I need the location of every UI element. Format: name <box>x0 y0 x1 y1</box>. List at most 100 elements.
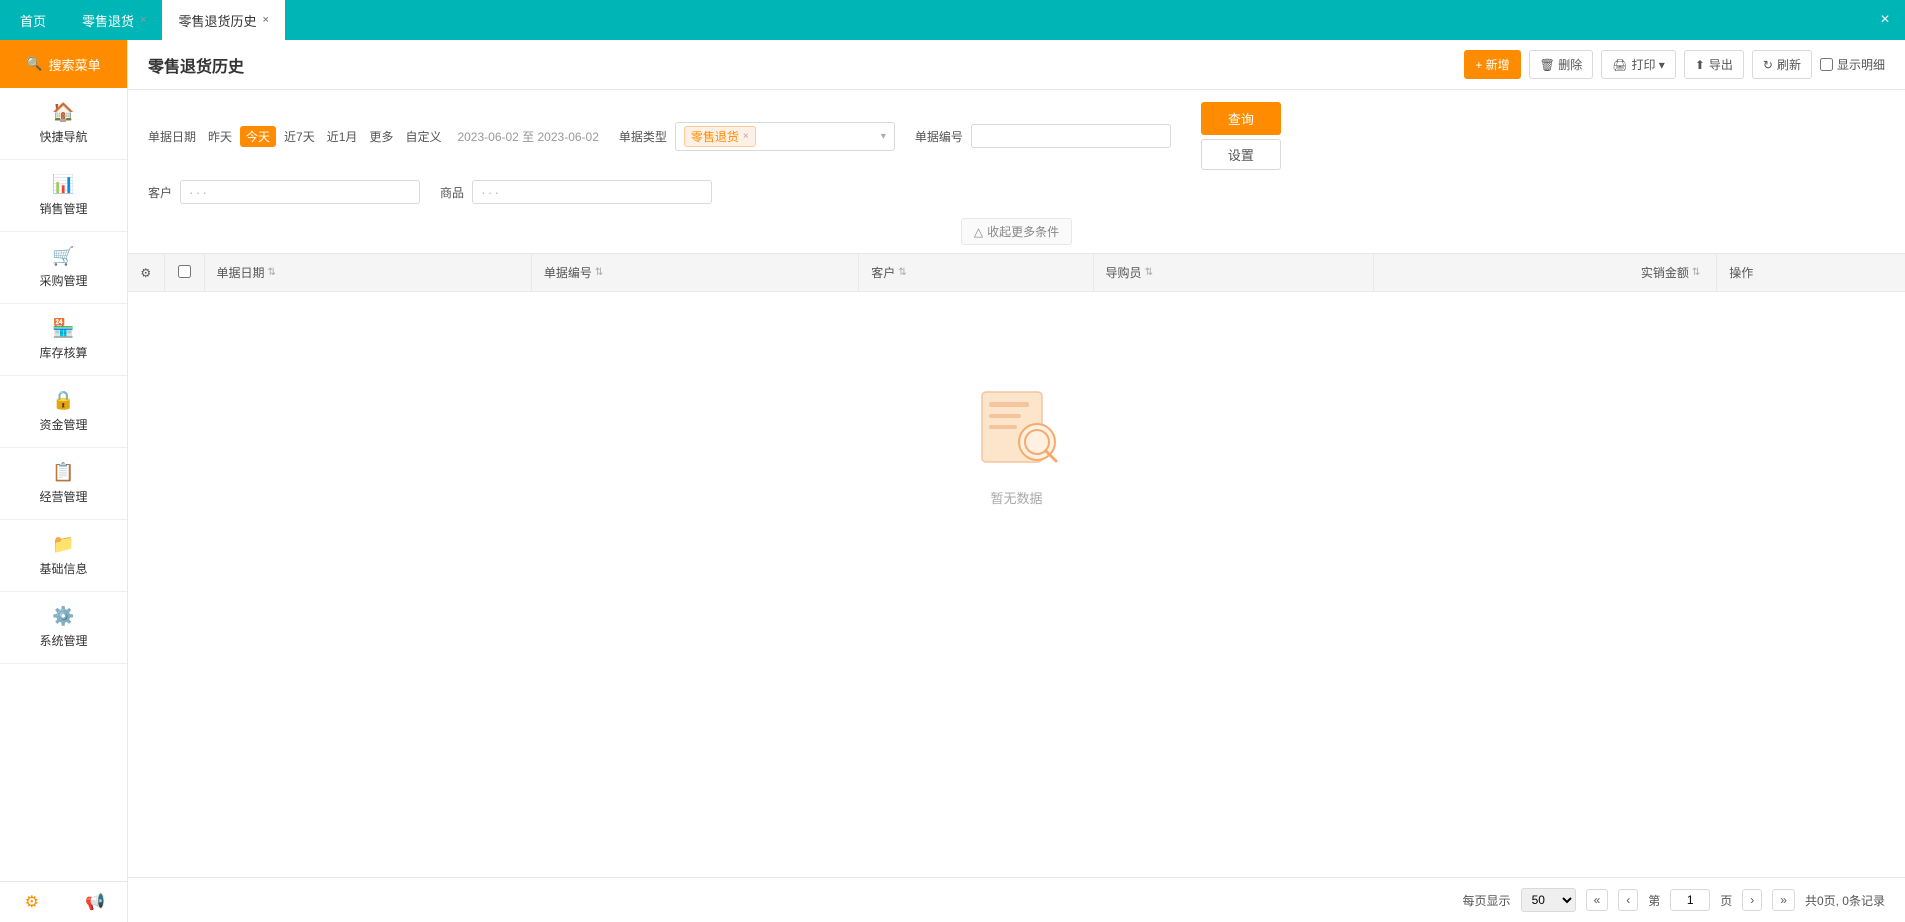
bill-type-field: 单据类型 零售退货 × ▾ <box>619 122 895 151</box>
sort-guide-icon: ⇅ <box>1145 267 1153 278</box>
operation-icon: 📋 <box>52 462 74 483</box>
close-retail-return-history-tab[interactable]: × <box>262 14 268 26</box>
more-shortcut[interactable]: 更多 <box>365 126 397 147</box>
sales-icon: 📊 <box>52 174 74 195</box>
home-icon: 🏠 <box>52 102 74 123</box>
content-area: 零售退货历史 + 新增 🗑 删除 🖨 查询 打印 ▾ ⬆ 导出 ↻ 刷新 <box>128 40 1905 922</box>
customer-input[interactable]: ··· <box>180 180 420 204</box>
sidebar-settings-button[interactable]: ⚙ <box>0 882 64 922</box>
page-header: 零售退货历史 + 新增 🗑 删除 🖨 查询 打印 ▾ ⬆ 导出 ↻ 刷新 <box>128 40 1905 90</box>
sidebar-search[interactable]: 🔍 搜索菜单 <box>0 40 127 88</box>
collapse-button[interactable]: △ 收起更多条件 <box>961 218 1072 245</box>
bill-type-select[interactable]: 零售退货 × ▾ <box>675 122 895 151</box>
first-page-button[interactable]: « <box>1586 889 1609 911</box>
sort-bill-date-icon: ⇅ <box>268 267 276 278</box>
th-actual-amount: 实销金额 ⇅ <box>1374 254 1717 292</box>
yesterday-shortcut[interactable]: 昨天 <box>204 126 236 147</box>
delete-button[interactable]: 🗑 删除 <box>1529 50 1594 79</box>
page-unit: 页 <box>1720 892 1732 909</box>
sort-bill-date[interactable]: 单据日期 ⇅ <box>217 264 519 281</box>
last-page-button[interactable]: » <box>1772 889 1795 911</box>
last7-shortcut[interactable]: 近7天 <box>280 126 319 147</box>
th-settings: ⚙ <box>128 254 164 292</box>
close-retail-return-tab[interactable]: × <box>140 14 146 26</box>
th-customer: 客户 ⇅ <box>859 254 1093 292</box>
bill-type-tag-close[interactable]: × <box>743 131 749 142</box>
sidebar-item-capital-mgmt[interactable]: 🔒 资金管理 <box>0 376 127 448</box>
top-nav: 首页 零售退货 × 零售退货历史 × × <box>0 0 1905 40</box>
sort-actual-amount[interactable]: 实销金额 ⇅ <box>1386 264 1700 281</box>
sort-bill-no[interactable]: 单据编号 ⇅ <box>544 264 846 281</box>
bill-type-tag: 零售退货 × <box>684 126 756 147</box>
last1month-shortcut[interactable]: 近1月 <box>323 126 362 147</box>
sidebar-item-basic-info[interactable]: 📁 基础信息 <box>0 520 127 592</box>
customer-placeholder: ··· <box>189 184 209 200</box>
pagination-bar: 每页显示 20 50 100 « ‹ 第 页 › » 共0页, 0条记录 <box>128 877 1905 922</box>
query-button[interactable]: 查询 <box>1201 102 1281 135</box>
data-table-wrap: ⚙ 单据日期 ⇅ 单据编号 <box>128 254 1905 877</box>
purchase-icon: 🛒 <box>52 246 74 267</box>
refresh-button[interactable]: ↻ 刷新 <box>1752 50 1812 79</box>
inventory-icon: 🏪 <box>52 318 74 339</box>
sidebar-item-quick-nav[interactable]: 🏠 快捷导航 <box>0 88 127 160</box>
sort-customer-icon: ⇅ <box>898 267 906 278</box>
filter-row-1: 单据日期 昨天 今天 近7天 近1月 更多 自定义 2023-06-02 至 2… <box>148 102 1885 170</box>
empty-text: 暂无数据 <box>990 488 1042 507</box>
window-close-button[interactable]: × <box>1865 0 1905 40</box>
prev-page-button[interactable]: ‹ <box>1618 889 1638 911</box>
query-settings-col: 查询 设置 <box>1201 102 1281 170</box>
select-all-checkbox[interactable] <box>178 265 191 278</box>
sidebar-item-sales-mgmt[interactable]: 📊 销售管理 <box>0 160 127 232</box>
sort-guide[interactable]: 导购员 ⇅ <box>1106 264 1362 281</box>
column-settings-icon[interactable]: ⚙ <box>140 266 151 280</box>
filter-area: 单据日期 昨天 今天 近7天 近1月 更多 自定义 2023-06-02 至 2… <box>128 90 1905 254</box>
display-toggle-label: 显示明细 <box>1820 56 1885 73</box>
per-page-select[interactable]: 20 50 100 <box>1521 888 1576 912</box>
bill-no-input[interactable] <box>971 124 1171 148</box>
sort-bill-no-icon: ⇅ <box>595 267 603 278</box>
tab-home[interactable]: 首页 <box>0 0 66 40</box>
th-guide: 导购员 ⇅ <box>1093 254 1374 292</box>
table-header-row: ⚙ 单据日期 ⇅ 单据编号 <box>128 254 1905 292</box>
page-number-input[interactable] <box>1670 889 1710 911</box>
th-bill-no: 单据编号 ⇅ <box>531 254 858 292</box>
today-shortcut[interactable]: 今天 <box>240 126 276 147</box>
date-label: 单据日期 <box>148 128 196 145</box>
refresh-icon: ↻ <box>1763 58 1773 72</box>
sidebar-item-inventory[interactable]: 🏪 库存核算 <box>0 304 127 376</box>
bill-no-label: 单据编号 <box>915 128 963 145</box>
date-range-text: 2023-06-02 至 2023-06-02 <box>457 128 598 145</box>
date-shortcuts: 昨天 今天 近7天 近1月 更多 自定义 <box>204 126 445 147</box>
next-page-button[interactable]: › <box>1742 889 1762 911</box>
goods-placeholder: ··· <box>481 184 501 200</box>
goods-filter-field: 商品 ··· <box>440 180 712 204</box>
date-filter-field: 单据日期 昨天 今天 近7天 近1月 更多 自定义 2023-06-02 至 2… <box>148 126 599 147</box>
empty-state-cell: 暂无数据 <box>128 292 1905 588</box>
data-table: ⚙ 单据日期 ⇅ 单据编号 <box>128 254 1905 587</box>
per-page-label: 每页显示 <box>1463 892 1511 909</box>
sidebar-item-purchase-mgmt[interactable]: 🛒 采购管理 <box>0 232 127 304</box>
new-button[interactable]: + 新增 <box>1464 50 1520 79</box>
sidebar-item-operation-mgmt[interactable]: 📋 经营管理 <box>0 448 127 520</box>
print-icon: 🖨 <box>1612 58 1627 72</box>
header-actions: + 新增 🗑 删除 🖨 查询 打印 ▾ ⬆ 导出 ↻ 刷新 显示明细 <box>1464 50 1885 79</box>
tab-retail-return[interactable]: 零售退货 × <box>66 0 162 40</box>
print-button[interactable]: 🖨 查询 打印 ▾ <box>1601 50 1676 79</box>
sidebar-speaker-button[interactable]: 📢 <box>64 882 128 922</box>
empty-state-row: 暂无数据 <box>128 292 1905 588</box>
sort-customer[interactable]: 客户 ⇅ <box>871 264 1080 281</box>
tab-retail-return-history[interactable]: 零售退货历史 × <box>162 0 284 40</box>
goods-input[interactable]: ··· <box>472 180 712 204</box>
settings-button[interactable]: 设置 <box>1201 139 1281 170</box>
th-checkbox <box>164 254 204 292</box>
empty-state: 暂无数据 <box>128 292 1905 587</box>
custom-shortcut[interactable]: 自定义 <box>401 126 445 147</box>
sidebar-item-system-mgmt[interactable]: ⚙️ 系统管理 <box>0 592 127 664</box>
bill-type-label: 单据类型 <box>619 128 667 145</box>
page-title: 零售退货历史 <box>148 53 1464 77</box>
sidebar-bottom: ⚙ 📢 <box>0 881 127 922</box>
main-layout: 🔍 搜索菜单 🏠 快捷导航 📊 销售管理 🛒 采购管理 🏪 库存核算 🔒 资金管… <box>0 40 1905 922</box>
capital-icon: 🔒 <box>52 390 74 411</box>
display-toggle-checkbox[interactable] <box>1820 58 1833 71</box>
export-button[interactable]: ⬆ 导出 <box>1684 50 1744 79</box>
